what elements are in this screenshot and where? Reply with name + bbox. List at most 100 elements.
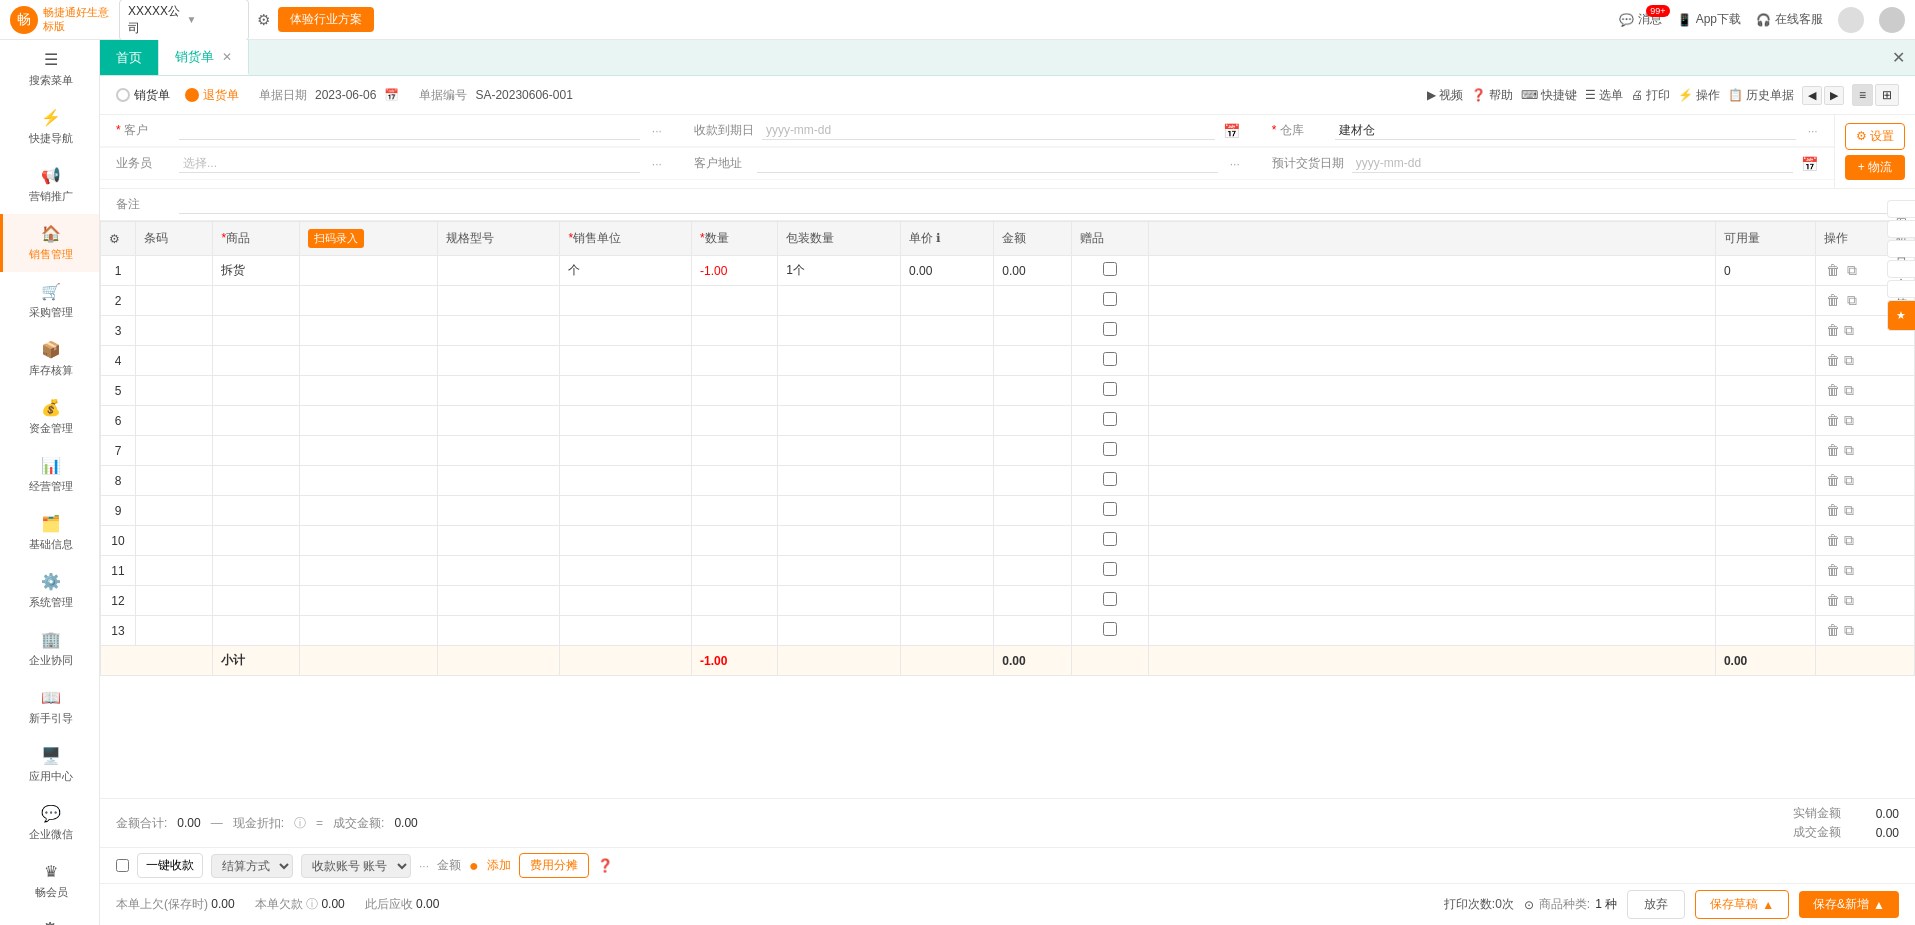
row-amount[interactable] bbox=[994, 286, 1071, 316]
history-action[interactable]: 📋 历史单据 bbox=[1728, 87, 1794, 104]
row-goods[interactable]: 拆货 bbox=[213, 256, 299, 286]
delete-row-icon[interactable]: 🗑 bbox=[1826, 442, 1840, 458]
gift-checkbox[interactable] bbox=[1103, 262, 1117, 276]
row-spec[interactable] bbox=[437, 256, 560, 286]
copy-row-icon[interactable]: ⧉ bbox=[1847, 262, 1857, 278]
discard-btn[interactable]: 放弃 bbox=[1627, 890, 1685, 919]
video-action[interactable]: ▶ 视频 bbox=[1427, 87, 1463, 104]
copy-row-icon[interactable]: ⧉ bbox=[1844, 412, 1854, 428]
warehouse-input[interactable] bbox=[1335, 121, 1796, 140]
float-sign-btn[interactable]: 签 bbox=[1887, 280, 1915, 298]
row-gift[interactable] bbox=[1071, 256, 1148, 286]
total-owe-help[interactable]: ⓘ bbox=[306, 897, 318, 911]
fee-split-btn[interactable]: 费用分摊 bbox=[519, 853, 589, 878]
print-action[interactable]: 🖨 打印 bbox=[1631, 87, 1670, 104]
sidebar-item-marketing[interactable]: 📢 营销推广 bbox=[0, 156, 99, 214]
gift-checkbox[interactable] bbox=[1103, 412, 1117, 426]
add-payment-icon[interactable]: ● bbox=[469, 857, 479, 875]
receive-date-input[interactable] bbox=[762, 121, 1215, 140]
copy-row-icon[interactable]: ⧉ bbox=[1844, 472, 1854, 488]
salesman-input[interactable] bbox=[179, 154, 640, 173]
delete-row-icon[interactable]: 🗑 bbox=[1826, 622, 1840, 638]
delete-row-icon[interactable]: 🗑 bbox=[1826, 352, 1840, 368]
delete-row-icon[interactable]: 🗑 bbox=[1826, 562, 1840, 578]
row-quantity[interactable]: -1.00 bbox=[692, 256, 778, 286]
select-action[interactable]: ☰ 选单 bbox=[1585, 87, 1623, 104]
settings-button[interactable]: ⚙ 设置 bbox=[1845, 123, 1905, 150]
sidebar-item-basic-info[interactable]: 🗂️ 基础信息 bbox=[0, 504, 99, 562]
calendar-btn[interactable]: 📅 bbox=[1223, 123, 1240, 139]
customer-addr-input[interactable] bbox=[757, 154, 1218, 173]
online-service-button[interactable]: 🎧 在线客服 bbox=[1756, 11, 1823, 28]
customer-input[interactable] bbox=[179, 121, 640, 140]
scan-btn[interactable]: 扫码录入 bbox=[308, 229, 364, 248]
row-barcode[interactable] bbox=[136, 256, 213, 286]
remark-input[interactable] bbox=[179, 195, 1899, 214]
account-select[interactable]: 收款账号 账号 bbox=[301, 854, 411, 878]
tab-close-icon[interactable]: ✕ bbox=[222, 50, 232, 64]
row-price[interactable] bbox=[901, 286, 994, 316]
gift-checkbox[interactable] bbox=[1103, 472, 1117, 486]
shortcut-action[interactable]: ⌨ 快捷键 bbox=[1521, 87, 1577, 104]
gift-checkbox[interactable] bbox=[1103, 322, 1117, 336]
row-goods[interactable] bbox=[213, 316, 299, 346]
save-new-btn[interactable]: 保存&新增 ▲ bbox=[1799, 891, 1899, 918]
fee-help-icon[interactable]: ❓ bbox=[597, 858, 613, 873]
row-unit[interactable] bbox=[560, 286, 692, 316]
sidebar-item-app-center[interactable]: 🖥️ 应用中心 bbox=[0, 736, 99, 794]
customer-dots[interactable]: ··· bbox=[652, 124, 662, 138]
sidebar-item-purchase[interactable]: 🛒 采购管理 bbox=[0, 272, 99, 330]
gift-checkbox[interactable] bbox=[1103, 382, 1117, 396]
logistics-button[interactable]: + 物流 bbox=[1845, 155, 1905, 180]
row-barcode[interactable] bbox=[136, 316, 213, 346]
row-price[interactable]: 0.00 bbox=[901, 256, 994, 286]
sidebar-settings-icon[interactable]: ⚙ bbox=[42, 918, 58, 925]
prev-arrow[interactable]: ◀ bbox=[1802, 86, 1822, 105]
sidebar-item-finance[interactable]: 💰 资金管理 bbox=[0, 388, 99, 446]
goods-type-icon[interactable]: ⊙ bbox=[1524, 898, 1534, 912]
delete-row-icon[interactable]: 🗑 bbox=[1826, 472, 1840, 488]
delete-row-icon[interactable]: 🗑 bbox=[1826, 412, 1840, 428]
gift-checkbox[interactable] bbox=[1103, 292, 1117, 306]
addr-dots[interactable]: ··· bbox=[1230, 157, 1240, 171]
next-arrow[interactable]: ▶ bbox=[1824, 86, 1844, 105]
tab-home[interactable]: 首页 bbox=[100, 40, 159, 75]
list-view-btn[interactable]: ≡ bbox=[1852, 84, 1873, 106]
gift-checkbox[interactable] bbox=[1103, 502, 1117, 516]
radio-sales-order[interactable]: 销货单 bbox=[116, 87, 170, 104]
radio-return-order[interactable]: 退货单 bbox=[185, 87, 239, 104]
copy-row-icon[interactable]: ⧉ bbox=[1844, 592, 1854, 608]
row-gift[interactable] bbox=[1071, 286, 1148, 316]
warehouse-dots[interactable]: ··· bbox=[1808, 124, 1818, 138]
copy-row-icon[interactable]: ⧉ bbox=[1844, 622, 1854, 638]
sidebar-item-system[interactable]: ⚙️ 系统管理 bbox=[0, 562, 99, 620]
float-attachment-btn[interactable]: 附 bbox=[1887, 220, 1915, 238]
delete-row-icon[interactable]: 🗑 bbox=[1826, 532, 1840, 548]
copy-row-icon[interactable]: ⧉ bbox=[1844, 562, 1854, 578]
sidebar-item-search[interactable]: ☰ 搜索菜单 bbox=[0, 40, 99, 98]
calendar-icon[interactable]: 📅 bbox=[384, 88, 399, 102]
row-amount[interactable]: 0.00 bbox=[994, 256, 1071, 286]
add-payment-label[interactable]: 添加 bbox=[487, 857, 511, 874]
grid-view-btn[interactable]: ⊞ bbox=[1875, 84, 1899, 106]
one-click-checkbox[interactable] bbox=[116, 859, 129, 872]
payment-dots[interactable]: ··· bbox=[419, 859, 429, 873]
row-pkg-qty[interactable] bbox=[778, 286, 901, 316]
gear-icon[interactable]: ⚙ bbox=[257, 11, 270, 29]
delete-row-icon[interactable]: 🗑 bbox=[1826, 262, 1840, 278]
th-scan[interactable]: 扫码录入 bbox=[299, 222, 437, 256]
save-draft-btn[interactable]: 保存草稿 ▲ bbox=[1695, 890, 1789, 919]
operation-action[interactable]: ⚡ 操作 bbox=[1678, 87, 1720, 104]
salesman-dots[interactable]: ··· bbox=[652, 157, 662, 171]
sidebar-item-guide[interactable]: 📖 新手引导 bbox=[0, 678, 99, 736]
sidebar-item-enterprise[interactable]: 🏢 企业协同 bbox=[0, 620, 99, 678]
gift-checkbox[interactable] bbox=[1103, 622, 1117, 636]
sidebar-item-enterprise-wechat[interactable]: 💬 企业微信 bbox=[0, 794, 99, 852]
gift-checkbox[interactable] bbox=[1103, 352, 1117, 366]
company-select[interactable]: XXXXX公司 ▼ bbox=[119, 0, 249, 41]
copy-row-icon[interactable]: ⧉ bbox=[1844, 532, 1854, 548]
sidebar-item-member[interactable]: ♛ 畅会员 bbox=[0, 852, 99, 910]
row-goods[interactable] bbox=[213, 286, 299, 316]
message-button[interactable]: 💬 消息 99+ bbox=[1619, 11, 1662, 28]
delete-row-icon[interactable]: 🗑 bbox=[1826, 502, 1840, 518]
